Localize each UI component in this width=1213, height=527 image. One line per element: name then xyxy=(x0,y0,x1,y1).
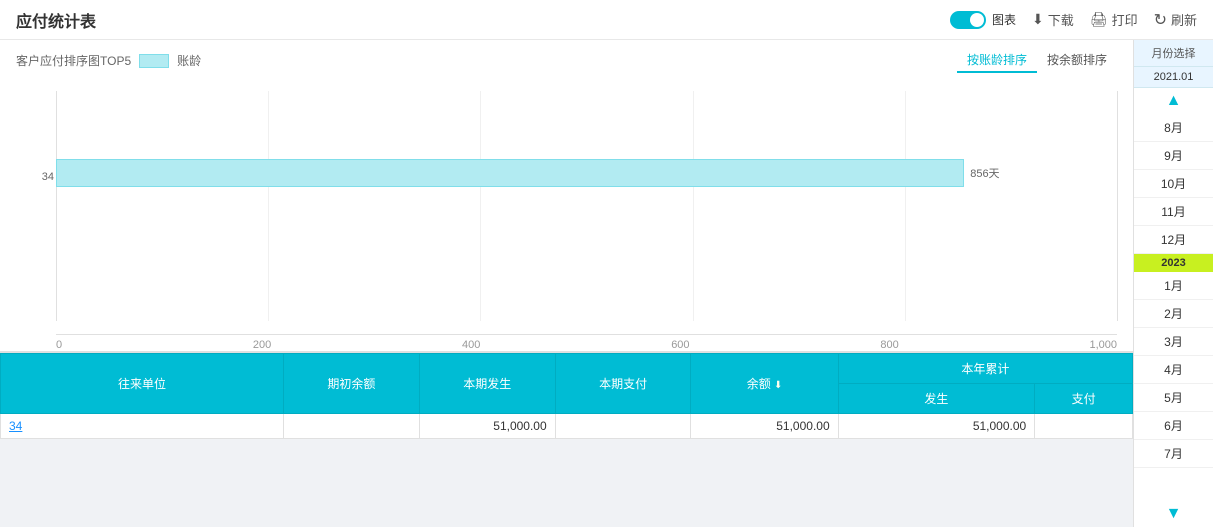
x-axis: 0 200 400 600 800 1,000 xyxy=(56,334,1117,351)
page-header: 应付统计表 图表 下载 打印 刷新 xyxy=(0,0,1213,40)
cell-unit[interactable]: 34 xyxy=(1,414,284,439)
th-balance: 余额 ⬇ xyxy=(691,354,838,414)
chart-toggle-wrap[interactable]: 图表 xyxy=(950,11,1016,29)
sidebar-month-3[interactable]: 3月 xyxy=(1134,328,1213,356)
bar-y-label: 34 xyxy=(16,171,54,183)
x-label-0: 0 xyxy=(56,339,62,351)
th-opening: 期初余额 xyxy=(284,354,420,414)
table-row: 34 51,000.00 51,000.00 51,000.00 xyxy=(1,414,1133,439)
x-label-5: 1,000 xyxy=(1089,339,1117,351)
sidebar-month-11[interactable]: 11月 xyxy=(1134,198,1213,226)
x-label-2: 400 xyxy=(462,339,480,351)
grid-line-1 xyxy=(268,91,269,321)
chart-legend: 客户应付排序图TOP5 账龄 xyxy=(16,52,201,69)
x-label-1: 200 xyxy=(253,339,271,351)
sidebar-up-nav[interactable]: ▲ xyxy=(1134,88,1213,114)
cell-current-occur: 51,000.00 xyxy=(419,414,555,439)
print-icon xyxy=(1090,11,1108,28)
cell-current-pay xyxy=(555,414,691,439)
sidebar-month-12[interactable]: 12月 xyxy=(1134,226,1213,254)
chart-toggle[interactable] xyxy=(950,11,986,29)
sidebar-month-5[interactable]: 5月 xyxy=(1134,384,1213,412)
download-label: 下载 xyxy=(1048,10,1074,29)
grid-line-3 xyxy=(693,91,694,321)
cell-ytd-pay xyxy=(1035,414,1133,439)
sidebar-month-9[interactable]: 9月 xyxy=(1134,142,1213,170)
chart-toggle-label: 图表 xyxy=(992,11,1016,28)
sort-buttons: 按账龄排序 按余额排序 xyxy=(957,48,1117,73)
sidebar-month-7[interactable]: 7月 xyxy=(1134,440,1213,468)
page-title: 应付统计表 xyxy=(16,8,96,32)
bar-chart-container: 34 856天 0 200 xyxy=(0,81,1133,351)
cell-balance: 51,000.00 xyxy=(691,414,838,439)
th-current-pay: 本期支付 xyxy=(555,354,691,414)
refresh-icon xyxy=(1154,10,1167,30)
legend-box-label: 账龄 xyxy=(177,52,201,69)
data-table: 往来单位 期初余额 本期发生 本期支付 余额 ⬇ 本年累计 发生 xyxy=(0,353,1133,439)
sidebar-months: 8月 9月 10月 11月 12月 2023 1月 2月 3月 4月 5月 6月… xyxy=(1134,114,1213,501)
th-ytd-occur: 发生 xyxy=(838,384,1035,414)
th-current-occur: 本期发生 xyxy=(419,354,555,414)
legend-text: 客户应付排序图TOP5 xyxy=(16,52,131,69)
cell-opening xyxy=(284,414,420,439)
sidebar-down-nav[interactable]: ▼ xyxy=(1134,501,1213,527)
bar-days-label: 856天 xyxy=(970,165,999,181)
th-ytd-pay: 支付 xyxy=(1035,384,1133,414)
th-ytd: 本年累计 xyxy=(838,354,1132,384)
download-icon xyxy=(1032,11,1044,28)
x-label-4: 800 xyxy=(880,339,898,351)
th-unit: 往来单位 xyxy=(1,354,284,414)
grid-line-4 xyxy=(905,91,906,321)
legend-box xyxy=(139,54,169,68)
sort-by-balance-button[interactable]: 按余额排序 xyxy=(1037,48,1117,73)
chart-header: 客户应付排序图TOP5 账龄 按账龄排序 按余额排序 xyxy=(0,40,1133,81)
table-area: 往来单位 期初余额 本期发生 本期支付 余额 ⬇ 本年累计 发生 xyxy=(0,351,1133,439)
sidebar-header: 月份选择 xyxy=(1134,40,1213,67)
print-button[interactable]: 打印 xyxy=(1090,10,1138,29)
sidebar-month-4[interactable]: 4月 xyxy=(1134,356,1213,384)
sidebar-month-10[interactable]: 10月 xyxy=(1134,170,1213,198)
print-label: 打印 xyxy=(1112,10,1138,29)
refresh-button[interactable]: 刷新 xyxy=(1154,10,1197,30)
sidebar: 月份选择 2021.01 ▲ 8月 9月 10月 11月 12月 2023 1月… xyxy=(1133,40,1213,527)
cell-ytd-occur: 51,000.00 xyxy=(838,414,1035,439)
bar-fill xyxy=(56,159,964,187)
refresh-label: 刷新 xyxy=(1171,10,1197,29)
chart-area: 客户应付排序图TOP5 账龄 按账龄排序 按余额排序 34 xyxy=(0,40,1133,527)
sort-by-age-button[interactable]: 按账龄排序 xyxy=(957,48,1037,73)
x-label-3: 600 xyxy=(671,339,689,351)
main-content: 客户应付排序图TOP5 账龄 按账龄排序 按余额排序 34 xyxy=(0,40,1213,527)
grid-line-0 xyxy=(56,91,57,321)
year-marker: 2023 xyxy=(1134,254,1213,272)
sidebar-month-2[interactable]: 2月 xyxy=(1134,300,1213,328)
chart-section: 客户应付排序图TOP5 账龄 按账龄排序 按余额排序 34 xyxy=(0,40,1133,351)
sidebar-month-6[interactable]: 6月 xyxy=(1134,412,1213,440)
download-button[interactable]: 下载 xyxy=(1032,10,1074,29)
sidebar-month-8[interactable]: 8月 xyxy=(1134,114,1213,142)
header-actions: 图表 下载 打印 刷新 xyxy=(950,10,1197,30)
sidebar-date-input[interactable]: 2021.01 xyxy=(1134,67,1213,88)
grid-line-2 xyxy=(480,91,481,321)
grid-line-5 xyxy=(1117,91,1118,321)
sidebar-month-1[interactable]: 1月 xyxy=(1134,272,1213,300)
bar-chart: 34 856天 0 200 xyxy=(16,91,1117,351)
